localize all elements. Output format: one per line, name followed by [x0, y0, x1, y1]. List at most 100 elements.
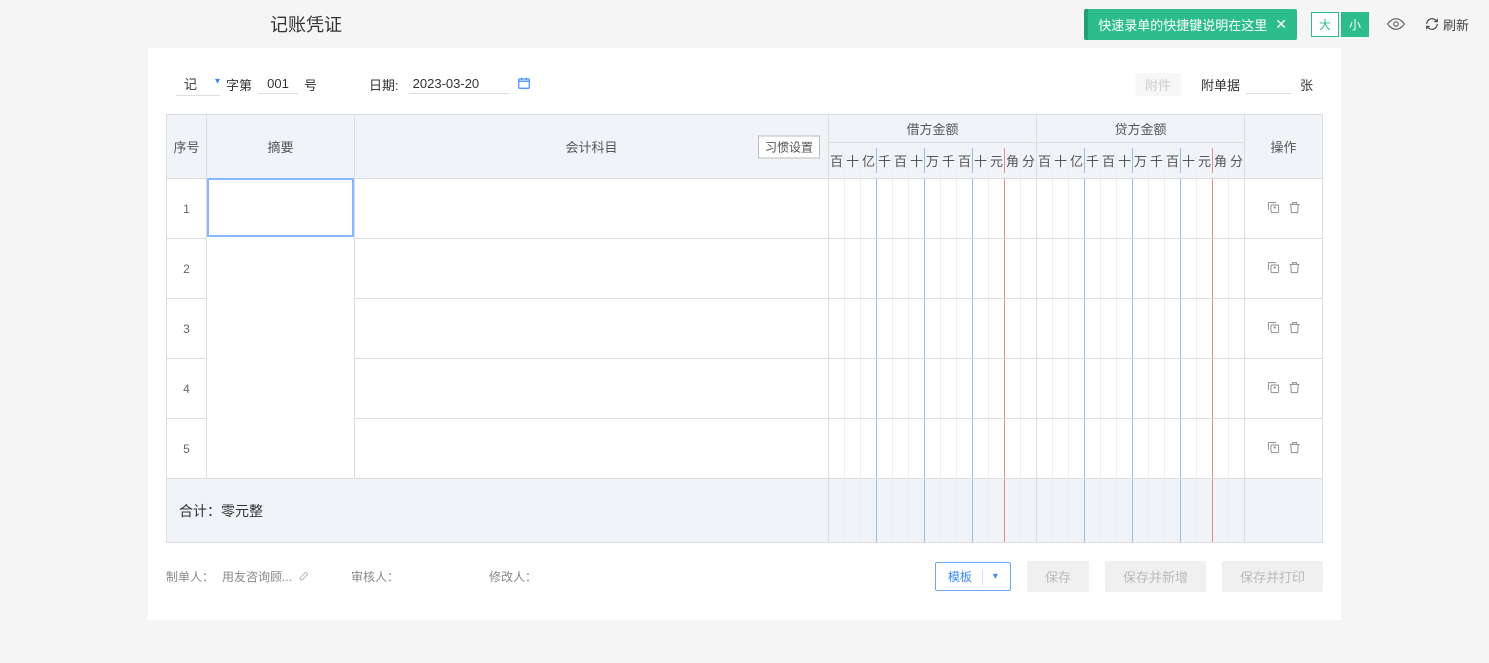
col-ops: 操作 [1245, 115, 1323, 179]
label-hao: 号 [304, 75, 317, 94]
subject-cell[interactable] [355, 239, 829, 299]
date-input[interactable]: 2023-03-20 [409, 74, 509, 94]
amount-cell[interactable] [829, 479, 1037, 543]
creator-value: 用友咨询顾... [222, 568, 292, 585]
refresh-label: 刷新 [1443, 15, 1469, 34]
col-debit: 借方金额 [829, 115, 1037, 143]
subject-cell[interactable] [355, 359, 829, 419]
chevron-down-icon: ▾ [993, 571, 998, 582]
amount-cell[interactable] [829, 359, 1037, 419]
digit-label: 十 [1053, 148, 1069, 173]
date-value: 2023-03-20 [413, 76, 480, 91]
table-row: 3 [167, 299, 1323, 359]
summary-input[interactable] [207, 298, 354, 357]
voucher-number-input[interactable]: 001 [258, 74, 298, 94]
refresh-icon [1425, 17, 1439, 31]
amount-cell[interactable] [829, 299, 1037, 359]
attachment-button[interactable]: 附件 [1135, 73, 1181, 96]
copy-icon[interactable] [1266, 440, 1281, 455]
digit-label: 角 [1213, 148, 1229, 173]
table-row: 5 [167, 419, 1323, 479]
shortcut-tip: 快速录单的快捷键说明在这里 ✕ [1084, 9, 1297, 40]
digit-label: 百 [893, 148, 909, 173]
summary-input[interactable] [207, 238, 354, 297]
digit-label: 万 [925, 148, 941, 173]
digit-label: 千 [941, 148, 957, 173]
digit-label: 角 [1005, 148, 1021, 173]
digit-label: 百 [829, 148, 845, 173]
table-row: 4 [167, 359, 1323, 419]
digit-label: 千 [877, 148, 893, 173]
digit-label: 元 [1197, 148, 1213, 173]
save-and-print-button[interactable]: 保存并打印 [1222, 561, 1323, 592]
seq-cell: 2 [167, 239, 207, 299]
calendar-icon[interactable] [517, 76, 531, 93]
edit-icon[interactable] [298, 569, 311, 585]
label-attach: 附单据 [1201, 75, 1240, 94]
label-date: 日期: [369, 75, 399, 94]
tip-text: 快速录单的快捷键说明在这里 [1098, 15, 1267, 34]
preview-icon[interactable] [1387, 15, 1405, 33]
save-button[interactable]: 保存 [1027, 561, 1089, 592]
amount-cell[interactable] [1037, 299, 1245, 359]
subject-cell[interactable] [355, 419, 829, 479]
attachment-count-input[interactable] [1246, 74, 1292, 94]
subject-cell[interactable] [355, 179, 829, 239]
digit-label: 十 [1181, 148, 1197, 173]
total-row: 合计：零元整 [167, 479, 1323, 543]
digit-label: 百 [1101, 148, 1117, 173]
seq-cell: 5 [167, 419, 207, 479]
voucher-type-value: 记 [184, 77, 197, 92]
delete-icon[interactable] [1287, 260, 1302, 275]
amount-cell[interactable] [1037, 479, 1245, 543]
copy-icon[interactable] [1266, 320, 1281, 335]
digit-label: 百 [1165, 148, 1181, 173]
digit-label: 千 [1085, 148, 1101, 173]
delete-icon[interactable] [1287, 440, 1302, 455]
digit-label: 十 [909, 148, 925, 173]
total-label: 合计：零元整 [167, 479, 829, 543]
save-and-new-button[interactable]: 保存并新增 [1105, 561, 1206, 592]
copy-icon[interactable] [1266, 380, 1281, 395]
delete-icon[interactable] [1287, 320, 1302, 335]
refresh-button[interactable]: 刷新 [1425, 15, 1469, 34]
amount-cell[interactable] [1037, 179, 1245, 239]
digit-label: 元 [989, 148, 1005, 173]
table-row: 1 [167, 179, 1323, 239]
copy-icon[interactable] [1266, 200, 1281, 215]
delete-icon[interactable] [1287, 380, 1302, 395]
digit-label: 千 [1149, 148, 1165, 173]
size-large-button[interactable]: 大 [1311, 12, 1339, 37]
amount-cell[interactable] [829, 419, 1037, 479]
seq-cell: 3 [167, 299, 207, 359]
amount-cell[interactable] [829, 179, 1037, 239]
table-row: 2 [167, 239, 1323, 299]
close-icon[interactable]: ✕ [1275, 16, 1287, 33]
digit-label: 亿 [861, 148, 877, 173]
summary-input[interactable] [207, 358, 354, 417]
size-small-button[interactable]: 小 [1341, 12, 1369, 37]
amount-cell[interactable] [829, 239, 1037, 299]
subject-cell[interactable] [355, 299, 829, 359]
summary-input[interactable] [207, 418, 354, 477]
label-creator: 制单人： [166, 568, 214, 585]
digit-label: 十 [973, 148, 989, 173]
col-credit: 贷方金额 [1037, 115, 1245, 143]
delete-icon[interactable] [1287, 200, 1302, 215]
col-seq: 序号 [167, 115, 207, 179]
template-button[interactable]: 模板 ▾ [935, 562, 1011, 591]
digit-label: 十 [845, 148, 861, 173]
amount-cell[interactable] [1037, 359, 1245, 419]
seq-cell: 1 [167, 179, 207, 239]
digit-label: 百 [957, 148, 973, 173]
copy-icon[interactable] [1266, 260, 1281, 275]
label-zidi: 字第 [226, 75, 252, 94]
digit-label: 万 [1133, 148, 1149, 173]
col-summary: 摘要 [207, 115, 355, 179]
habit-settings-button[interactable]: 习惯设置 [758, 135, 820, 158]
voucher-type-select[interactable]: 记 ▾ [176, 72, 220, 96]
amount-cell[interactable] [1037, 419, 1245, 479]
digit-label: 十 [1117, 148, 1133, 173]
summary-input[interactable] [207, 178, 354, 237]
amount-cell[interactable] [1037, 239, 1245, 299]
